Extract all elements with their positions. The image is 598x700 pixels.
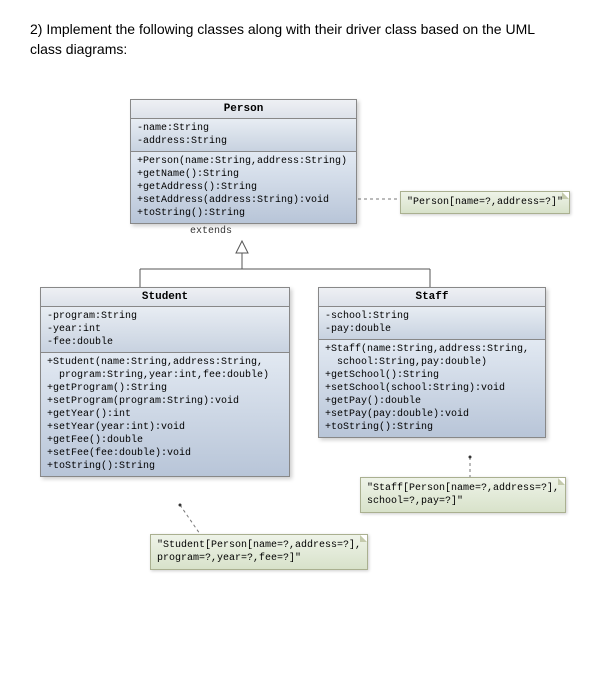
student-methods: +Student(name:String,address:String, pro… bbox=[41, 353, 289, 476]
student-class: Student -program:String -year:int -fee:d… bbox=[40, 287, 290, 477]
person-tostring-note: "Person[name=?,address=?]" bbox=[400, 191, 570, 214]
person-attributes: -name:String -address:String bbox=[131, 119, 356, 152]
student-tostring-note: "Student[Person[name=?,address=?], progr… bbox=[150, 534, 368, 570]
student-title: Student bbox=[41, 288, 289, 307]
staff-title: Staff bbox=[319, 288, 545, 307]
person-class: Person -name:String -address:String +Per… bbox=[130, 99, 357, 224]
staff-methods: +Staff(name:String,address:String, schoo… bbox=[319, 340, 545, 437]
staff-tostring-note: "Staff[Person[name=?,address=?], school=… bbox=[360, 477, 566, 513]
student-attributes: -program:String -year:int -fee:double bbox=[41, 307, 289, 353]
extends-label: extends bbox=[190, 226, 232, 237]
uml-diagram: Person -name:String -address:String +Per… bbox=[30, 79, 570, 639]
question-text: 2) Implement the following classes along… bbox=[30, 20, 568, 59]
staff-class: Staff -school:String -pay:double +Staff(… bbox=[318, 287, 546, 438]
person-methods: +Person(name:String,address:String) +get… bbox=[131, 152, 356, 223]
person-title: Person bbox=[131, 100, 356, 119]
staff-attributes: -school:String -pay:double bbox=[319, 307, 545, 340]
